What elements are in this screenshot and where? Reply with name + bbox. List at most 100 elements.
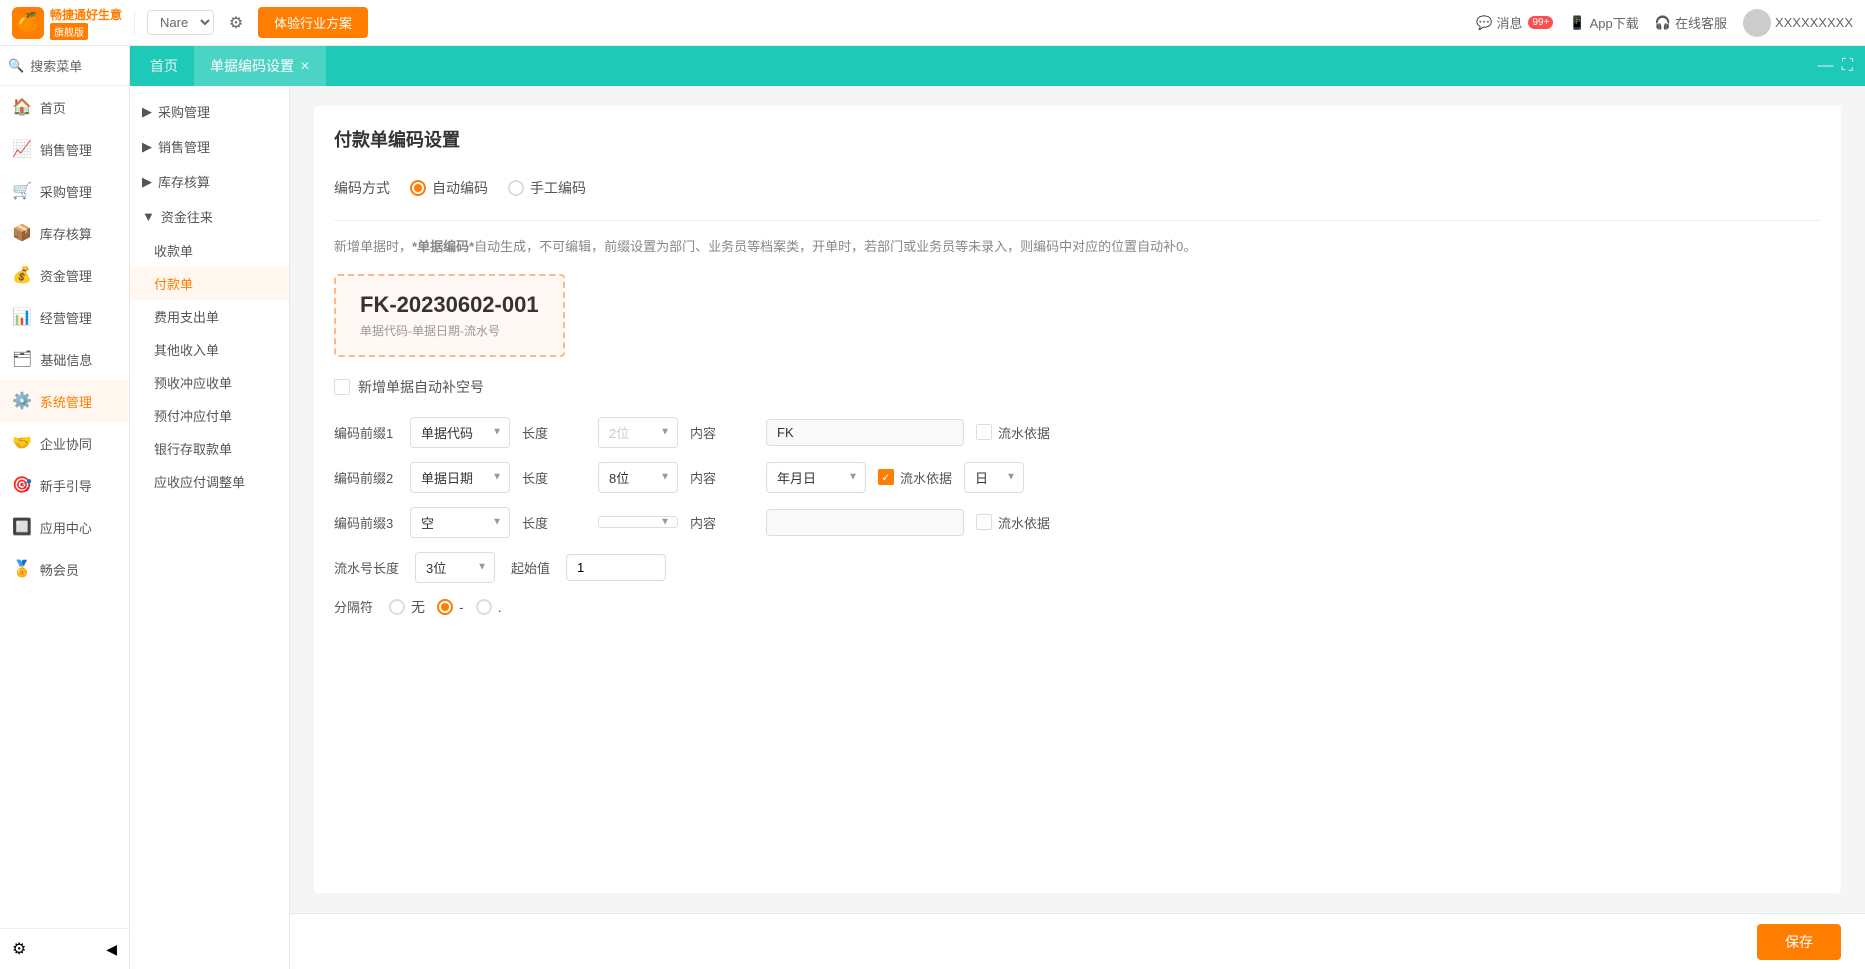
trial-button[interactable]: 体验行业方案 bbox=[258, 7, 368, 38]
sub-menu-header-inventory[interactable]: ▶ 库存核算 bbox=[130, 164, 289, 199]
purchase-icon: 🛒 bbox=[12, 181, 32, 201]
sidebar-label-appcenter: 应用中心 bbox=[40, 518, 92, 537]
sidebar-item-home[interactable]: 🏠 首页 bbox=[0, 86, 129, 128]
download-icon: 📱 bbox=[1569, 15, 1585, 31]
sub-menu-group-sales: ▶ 销售管理 bbox=[130, 129, 289, 164]
prefix2-serial-label: 流水依据 bbox=[900, 468, 952, 487]
sub-menu-sales-label: 销售管理 bbox=[158, 137, 210, 156]
content-area: 付款单编码设置 编码方式 自动编码 手工编码 bbox=[290, 86, 1865, 913]
sidebar-item-cooperation[interactable]: 🤝 企业协同 bbox=[0, 422, 129, 464]
prefix1-length-select[interactable]: 2位 bbox=[598, 417, 678, 448]
sidebar-item-inventory[interactable]: 📦 库存核算 bbox=[0, 212, 129, 254]
finance-icon: 💰 bbox=[12, 265, 32, 285]
sep-dot-radio[interactable] bbox=[476, 599, 492, 615]
prefix1-value: 单据代码 bbox=[421, 423, 473, 442]
sidebar-label-member: 畅会员 bbox=[40, 560, 79, 579]
auto-encode-option[interactable]: 自动编码 bbox=[410, 178, 488, 198]
sidebar-label-newguide: 新手引导 bbox=[40, 476, 92, 495]
breadcrumb-select[interactable]: Nare bbox=[147, 10, 214, 35]
prefix2-serial-checkbox[interactable]: ✓ bbox=[878, 469, 894, 485]
manual-encode-option[interactable]: 手工编码 bbox=[508, 178, 586, 198]
sub-menu-item-other-income[interactable]: 其他收入单 bbox=[130, 333, 289, 366]
tab-home[interactable]: 首页 bbox=[134, 46, 194, 86]
manual-encode-radio[interactable] bbox=[508, 180, 524, 196]
prefix3-serial-label: 流水依据 bbox=[998, 513, 1050, 532]
prefix2-select-wrap: 单据日期 ▼ bbox=[410, 462, 510, 493]
prefix2-date-unit-select[interactable]: 日 bbox=[964, 462, 1024, 493]
sub-menu-item-prepay-receive[interactable]: 预收冲应收单 bbox=[130, 366, 289, 399]
tab-close-icon[interactable]: ✕ bbox=[300, 59, 310, 73]
prefix1-label: 编码前缀1 bbox=[334, 423, 398, 442]
prefix1-content-input[interactable] bbox=[766, 419, 964, 446]
search-icon: 🔍 bbox=[8, 58, 24, 74]
app-download-item[interactable]: 📱 App下载 bbox=[1569, 13, 1638, 32]
arrow-right-icon: ▶ bbox=[142, 104, 152, 120]
sep-none-option[interactable]: 无 bbox=[389, 597, 425, 617]
sidebar-item-purchase[interactable]: 🛒 采购管理 bbox=[0, 170, 129, 212]
sub-menu-header-sales[interactable]: ▶ 销售管理 bbox=[130, 129, 289, 164]
prefix3-length-wrap: ▼ bbox=[598, 516, 678, 528]
tab-minimize-button[interactable]: — bbox=[1818, 57, 1834, 75]
separator-row: 分隔符 无 - bbox=[334, 597, 1821, 617]
sub-menu-item-ar-ap-adj[interactable]: 应收应付调整单 bbox=[130, 465, 289, 498]
prefix3-serial-checkbox[interactable] bbox=[976, 514, 992, 530]
sidebar-search[interactable]: 🔍 搜索菜单 bbox=[0, 46, 129, 86]
sidebar-item-member[interactable]: 🏅 畅会员 bbox=[0, 548, 129, 590]
sep-dot-option[interactable]: . bbox=[476, 599, 502, 615]
prefix3-select-wrap: 空 ▼ bbox=[410, 507, 510, 538]
code-preview-main: FK-20230602-001 bbox=[360, 292, 539, 318]
auto-encode-radio[interactable] bbox=[410, 180, 426, 196]
prefix3-length-select[interactable] bbox=[598, 516, 678, 528]
arrow-right-icon2: ▶ bbox=[142, 139, 152, 155]
sidebar-item-newguide[interactable]: 🎯 新手引导 bbox=[0, 464, 129, 506]
sidebar-item-sales[interactable]: 📈 销售管理 bbox=[0, 128, 129, 170]
prefix2-select[interactable]: 单据日期 bbox=[410, 462, 510, 493]
user-info[interactable]: XXXXXXXXX bbox=[1743, 9, 1853, 37]
sub-menu-item-expense[interactable]: 费用支出单 bbox=[130, 300, 289, 333]
sidebar-item-finance[interactable]: 💰 资金管理 bbox=[0, 254, 129, 296]
online-service-label: 在线客服 bbox=[1675, 13, 1727, 32]
top-bar-right: 💬 消息 99+ 📱 App下载 🎧 在线客服 XXXXXXXXX bbox=[1476, 9, 1853, 37]
sub-menu-item-payment[interactable]: 付款单 bbox=[130, 267, 289, 300]
sub-menu-item-bank-deposit[interactable]: 银行存取款单 bbox=[130, 432, 289, 465]
prefix2-value: 单据日期 bbox=[421, 468, 473, 487]
sub-menu-group-purchase: ▶ 采购管理 bbox=[130, 94, 289, 129]
prefix3-select[interactable]: 空 bbox=[410, 507, 510, 538]
sub-menu-item-receipt[interactable]: 收款单 bbox=[130, 234, 289, 267]
sub-menu-header-purchase[interactable]: ▶ 采购管理 bbox=[130, 94, 289, 129]
sub-menu-item-prepay-pay[interactable]: 预付冲应付单 bbox=[130, 399, 289, 432]
sidebar-settings-button[interactable]: ⚙ bbox=[12, 939, 26, 959]
sep-dash-option[interactable]: - bbox=[437, 599, 464, 615]
user-avatar bbox=[1743, 9, 1771, 37]
sidebar-item-system[interactable]: ⚙️ 系统管理 bbox=[0, 380, 129, 422]
prefix2-content-select[interactable]: 年月日 bbox=[766, 462, 866, 493]
sidebar-item-basic[interactable]: 🗂 基础信息 bbox=[0, 338, 129, 380]
save-button[interactable]: 保存 bbox=[1757, 924, 1841, 960]
arrow-down-icon: ▼ bbox=[142, 209, 155, 224]
settings-gear-button[interactable]: ⚙ bbox=[222, 9, 250, 37]
serial-start-input[interactable] bbox=[566, 554, 666, 581]
operation-icon: 📊 bbox=[12, 307, 32, 327]
top-bar: 🍊 畅捷通好生意 旗舰版 Nare ⚙ 体验行业方案 💬 消息 99+ 📱 Ap… bbox=[0, 0, 1865, 46]
sub-menu-capital-label: 资金往来 bbox=[161, 207, 213, 226]
tab-maximize-button[interactable]: ⛶ bbox=[1842, 57, 1853, 75]
prefix3-content-input[interactable] bbox=[766, 509, 964, 536]
sep-dash-radio[interactable] bbox=[437, 599, 453, 615]
tab-encode-setting[interactable]: 单据编码设置 ✕ bbox=[194, 46, 326, 86]
prefix2-length-label: 长度 bbox=[522, 468, 586, 487]
message-item[interactable]: 💬 消息 99+ bbox=[1476, 13, 1553, 32]
sidebar-item-appcenter[interactable]: 🔲 应用中心 bbox=[0, 506, 129, 548]
sep-none-radio[interactable] bbox=[389, 599, 405, 615]
prefix1-length-wrap: 2位 ▼ bbox=[598, 417, 678, 448]
sidebar-item-operation[interactable]: 📊 经营管理 bbox=[0, 296, 129, 338]
auto-fill-checkbox[interactable] bbox=[334, 379, 350, 395]
online-service-item[interactable]: 🎧 在线客服 bbox=[1655, 13, 1727, 32]
prefix1-select[interactable]: 单据代码 bbox=[410, 417, 510, 448]
sub-menu-header-capital[interactable]: ▼ 资金往来 bbox=[130, 199, 289, 234]
prefix3-label: 编码前缀3 bbox=[334, 513, 398, 532]
serial-length-select[interactable]: 3位 bbox=[415, 552, 495, 583]
prefix2-length-select[interactable]: 8位 bbox=[598, 462, 678, 493]
auto-fill-label: 新增单据自动补空号 bbox=[358, 377, 484, 397]
prefix1-serial-checkbox[interactable] bbox=[976, 424, 992, 440]
sidebar-collapse-button[interactable]: ◀ bbox=[106, 941, 117, 958]
